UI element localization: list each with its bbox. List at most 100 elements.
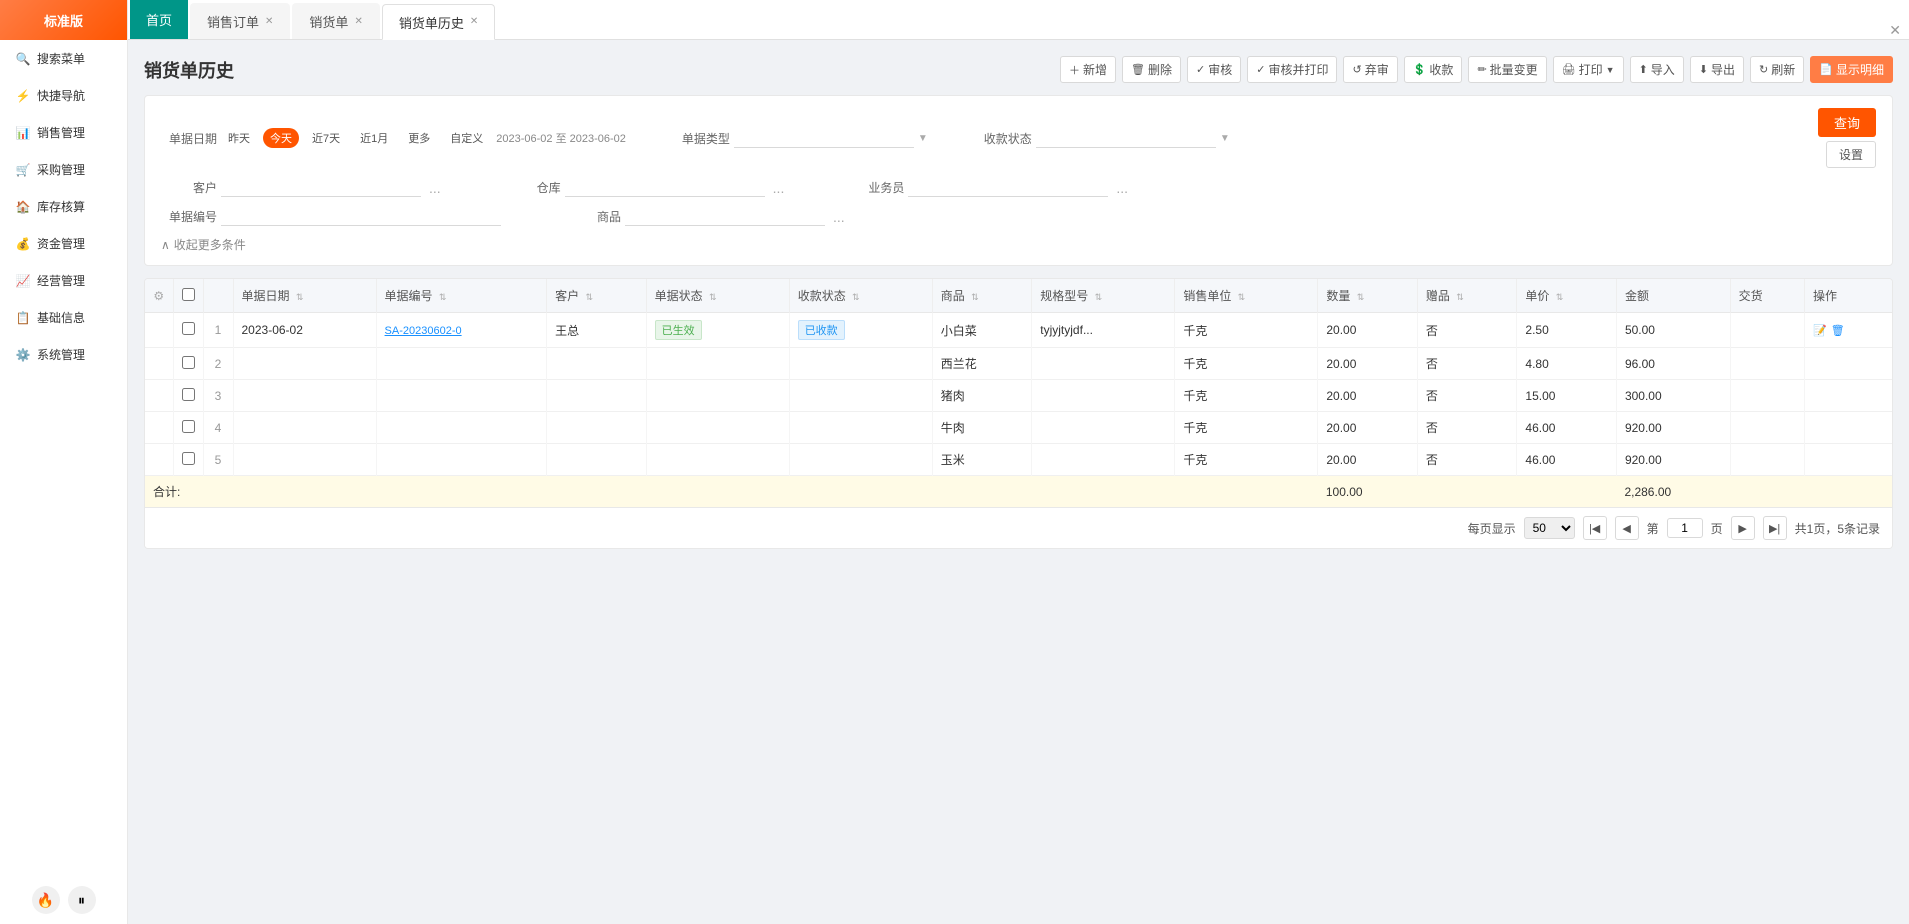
warehouse-dots[interactable]: ...: [773, 180, 785, 196]
edit-action-btn[interactable]: 📝: [1813, 324, 1827, 337]
row-doc-status: [646, 412, 789, 444]
ops-icon: 📈: [15, 273, 31, 289]
col-spec[interactable]: 规格型号 ⇅: [1032, 279, 1175, 313]
sidebar-fire-btn[interactable]: 🔥: [32, 886, 60, 914]
date-tag-1month[interactable]: 近1月: [353, 128, 395, 148]
row-checkbox[interactable]: [182, 322, 195, 335]
last-page-btn[interactable]: ▶|: [1763, 516, 1787, 540]
sidebar-item-sales-mgmt[interactable]: 📊 销售管理: [0, 114, 127, 151]
print-button[interactable]: 🖨 打印 ▼: [1553, 56, 1624, 83]
first-page-btn[interactable]: |◀: [1583, 516, 1607, 540]
goods-dots[interactable]: ...: [833, 209, 845, 225]
audit-button[interactable]: ✓ 审核: [1187, 56, 1241, 83]
goods-input[interactable]: [625, 207, 825, 226]
tab-sales-order-close[interactable]: ✕: [265, 17, 273, 27]
row-settings: [145, 412, 173, 444]
date-tag-7days[interactable]: 近7天: [305, 128, 347, 148]
row-checkbox[interactable]: [182, 452, 195, 465]
prev-page-btn[interactable]: ◀: [1615, 516, 1639, 540]
row-checkbox[interactable]: [182, 420, 195, 433]
next-page-btn[interactable]: ▶: [1731, 516, 1755, 540]
tab-sales-delivery[interactable]: 销货单 ✕: [292, 3, 379, 39]
date-tag-yesterday[interactable]: 昨天: [221, 128, 257, 148]
sidebar-item-quick-nav[interactable]: ⚡ 快捷导航: [0, 77, 127, 114]
purchase-icon: 🛒: [15, 162, 31, 178]
page-number-input[interactable]: [1667, 518, 1703, 538]
per-page-select[interactable]: 10 20 50 100: [1524, 517, 1575, 539]
tab-sales-history-close[interactable]: ✕: [470, 17, 478, 27]
select-all-checkbox[interactable]: [182, 288, 195, 301]
col-customer[interactable]: 客户 ⇅: [547, 279, 647, 313]
import-button[interactable]: ⬆ 导入: [1630, 56, 1684, 83]
tab-bar-close-all[interactable]: ✕: [1889, 22, 1901, 39]
row-checkbox[interactable]: [182, 388, 195, 401]
row-spec: [1032, 444, 1175, 476]
col-checkbox[interactable]: [173, 279, 203, 313]
sidebar-item-label: 基础信息: [37, 309, 85, 326]
refresh-button[interactable]: ↻ 刷新: [1750, 56, 1804, 83]
sidebar-pause-btn[interactable]: ⏸: [68, 886, 96, 914]
doc-type-select[interactable]: [734, 129, 914, 148]
col-goods[interactable]: 商品 ⇅: [932, 279, 1032, 313]
row-checkbox-cell[interactable]: [173, 348, 203, 380]
export-button[interactable]: ⬇ 导出: [1690, 56, 1744, 83]
sidebar-item-inventory-calc[interactable]: 🏠 库存核算: [0, 188, 127, 225]
doc-num-link[interactable]: SA-20230602-0: [385, 325, 462, 337]
col-gift[interactable]: 赠品 ⇅: [1417, 279, 1517, 313]
query-button[interactable]: 查询: [1818, 108, 1876, 137]
tab-home[interactable]: 首页: [130, 0, 188, 39]
sidebar-item-purchase-mgmt[interactable]: 🛒 采购管理: [0, 151, 127, 188]
filter-date-item: 单据日期 昨天 今天 近7天 近1月 更多 自定义 2023-06-02 至 2…: [161, 128, 626, 148]
sidebar-item-system-mgmt[interactable]: ⚙️ 系统管理: [0, 336, 127, 373]
docnum-input[interactable]: [221, 207, 501, 226]
staff-dots[interactable]: ...: [1116, 180, 1128, 196]
show-detail-button[interactable]: 📄 显示明细: [1810, 56, 1893, 83]
row-collect-status: [789, 444, 932, 476]
date-tag-today[interactable]: 今天: [263, 128, 299, 148]
row-checkbox-cell[interactable]: [173, 412, 203, 444]
collect-status-select[interactable]: [1036, 129, 1216, 148]
tab-sales-delivery-close[interactable]: ✕: [354, 17, 362, 27]
sidebar-item-basic-info[interactable]: 📋 基础信息: [0, 299, 127, 336]
date-tag-more[interactable]: 更多: [401, 128, 437, 148]
collapse-btn[interactable]: ∧ 收起更多条件: [161, 236, 1876, 253]
row-checkbox-cell[interactable]: [173, 444, 203, 476]
row-unit-price: 2.50: [1517, 313, 1617, 348]
tab-sales-order-label: 销售订单: [207, 12, 259, 31]
customer-dots[interactable]: ...: [429, 180, 441, 196]
collect-button[interactable]: 💲 收款: [1404, 56, 1463, 83]
col-doc-num[interactable]: 单据编号 ⇅: [376, 279, 547, 313]
row-checkbox-cell[interactable]: [173, 313, 203, 348]
audit-print-button[interactable]: ✓ 审核并打印: [1247, 56, 1337, 83]
staff-input[interactable]: [908, 178, 1108, 197]
col-doc-status[interactable]: 单据状态 ⇅: [646, 279, 789, 313]
show-detail-icon: 📄: [1819, 63, 1833, 76]
col-collect-status[interactable]: 收款状态 ⇅: [789, 279, 932, 313]
tab-sales-history[interactable]: 销货单历史 ✕: [382, 4, 495, 40]
sidebar-item-search-menu[interactable]: 🔍 搜索菜单: [0, 40, 127, 77]
customer-input[interactable]: [221, 178, 421, 197]
col-settings[interactable]: ⚙: [145, 279, 173, 313]
tab-bar: 首页 销售订单 ✕ 销货单 ✕ 销货单历史 ✕ ✕: [128, 0, 1909, 40]
sidebar-item-fund-mgmt[interactable]: 💰 资金管理: [0, 225, 127, 262]
abandon-button[interactable]: ↺ 弃审: [1343, 56, 1397, 83]
col-unit-price[interactable]: 单价 ⇅: [1517, 279, 1617, 313]
new-button[interactable]: ＋ 新增: [1060, 56, 1116, 83]
delete-action-btn[interactable]: 🗑: [1831, 324, 1845, 337]
col-amount[interactable]: 金额: [1616, 279, 1730, 313]
warehouse-input[interactable]: [565, 178, 765, 197]
row-spec: [1032, 412, 1175, 444]
row-checkbox-cell[interactable]: [173, 380, 203, 412]
row-checkbox[interactable]: [182, 356, 195, 369]
settings-button[interactable]: 设置: [1826, 141, 1876, 168]
col-quantity[interactable]: 数量 ⇅: [1318, 279, 1418, 313]
collapse-up-icon: ∧: [161, 238, 170, 252]
doc-num-sort-icon: ⇅: [439, 292, 447, 302]
col-doc-date[interactable]: 单据日期 ⇅: [233, 279, 376, 313]
date-tag-custom[interactable]: 自定义: [443, 128, 490, 148]
col-unit[interactable]: 销售单位 ⇅: [1175, 279, 1318, 313]
sidebar-item-ops-mgmt[interactable]: 📈 经营管理: [0, 262, 127, 299]
batch-change-button[interactable]: ✏ 批量变更: [1468, 56, 1546, 83]
delete-button[interactable]: 🗑 删除: [1122, 56, 1181, 83]
tab-sales-order[interactable]: 销售订单 ✕: [190, 3, 290, 39]
